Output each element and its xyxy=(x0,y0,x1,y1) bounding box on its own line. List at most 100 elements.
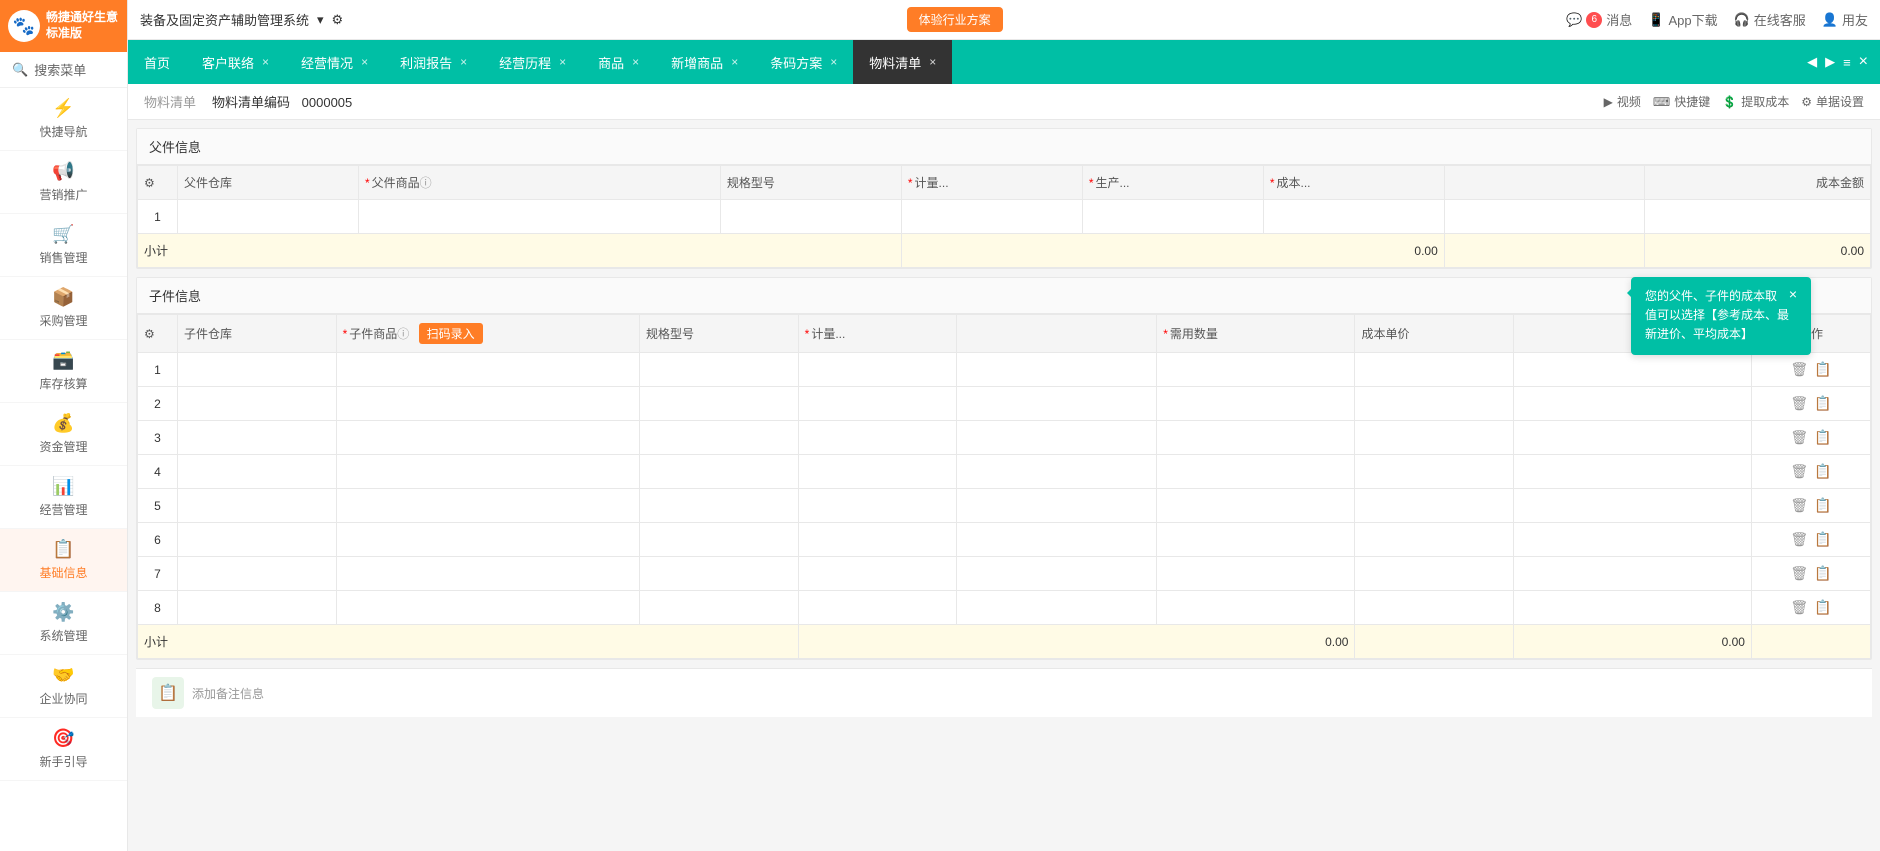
user-button[interactable]: 👤 用友 xyxy=(1822,10,1868,29)
sidebar-item-finance[interactable]: 💰 资金管理 xyxy=(0,403,127,466)
child-row-5-copy-icon[interactable]: 📋 xyxy=(1814,497,1831,514)
tab-prev-icon[interactable]: ◀ xyxy=(1803,54,1821,70)
child-row-2-warehouse[interactable] xyxy=(178,387,337,421)
sidebar-item-marketing[interactable]: 📢 营销推广 xyxy=(0,151,127,214)
child-subtotal-row: 小计 0.00 0.00 xyxy=(138,625,1871,659)
tab-operations-history-close[interactable]: × xyxy=(559,55,566,69)
sales-icon: 🛒 xyxy=(52,224,74,245)
child-row-8-delete-icon[interactable]: 🗑 xyxy=(1790,599,1808,616)
child-row-1-delete-icon[interactable]: 🗑 xyxy=(1790,361,1808,378)
child-row-7-delete-icon[interactable]: 🗑 xyxy=(1790,565,1808,582)
child-row-2-unit[interactable] xyxy=(798,387,957,421)
system-name: 装备及固定资产辅助管理系统 xyxy=(140,10,309,29)
child-section: 子件信息 ⚙ 子件仓库 *子件商品ⓘ 扫码录入 规格型号 *计量... xyxy=(136,277,1872,660)
parent-row-1-cost[interactable] xyxy=(1263,200,1444,234)
finance-icon: 💰 xyxy=(52,413,74,434)
app-download-button[interactable]: 📱 App下载 xyxy=(1648,10,1717,29)
parent-row-1-warehouse[interactable] xyxy=(178,200,359,234)
child-row-1-spec[interactable] xyxy=(640,353,799,387)
operations-icon: 📊 xyxy=(52,476,74,497)
tab-products-close[interactable]: × xyxy=(632,55,639,69)
scan-input-button[interactable]: 扫码录入 xyxy=(419,323,483,344)
shortcut-action[interactable]: ⌨ 快捷键 xyxy=(1653,93,1710,110)
parent-row-1-production[interactable] xyxy=(1082,200,1263,234)
tab-operations-status-close[interactable]: × xyxy=(361,55,368,69)
tab-home[interactable]: 首页 xyxy=(128,40,186,84)
child-row-1-unit-cost[interactable] xyxy=(1355,353,1514,387)
parent-row-1-unit[interactable] xyxy=(901,200,1082,234)
child-row-1-empty xyxy=(957,353,1157,387)
child-row-3-copy-icon[interactable]: 📋 xyxy=(1814,429,1831,446)
child-row-3-delete-icon[interactable]: 🗑 xyxy=(1790,429,1808,446)
child-col-settings[interactable]: ⚙ xyxy=(138,315,178,353)
tab-new-product[interactable]: 新增商品 × xyxy=(655,40,754,84)
child-row-6-delete-icon[interactable]: 🗑 xyxy=(1790,531,1808,548)
online-service-button[interactable]: 🎧 在线客服 xyxy=(1734,10,1806,29)
child-row-3: 3 🗑📋 xyxy=(138,421,1871,455)
tab-profit-report-close[interactable]: × xyxy=(460,55,467,69)
child-row-7-copy-icon[interactable]: 📋 xyxy=(1814,565,1831,582)
child-row-7: 7 🗑📋 xyxy=(138,557,1871,591)
child-row-2: 2 🗑📋 xyxy=(138,387,1871,421)
child-row-2-copy-icon[interactable]: 📋 xyxy=(1814,395,1831,412)
message-button[interactable]: 💬 6 消息 xyxy=(1566,10,1632,29)
child-row-6-copy-icon[interactable]: 📋 xyxy=(1814,531,1831,548)
tab-new-product-close[interactable]: × xyxy=(731,55,738,69)
child-row-4-delete-icon[interactable]: 🗑 xyxy=(1790,463,1808,480)
child-row-5-delete-icon[interactable]: 🗑 xyxy=(1790,497,1808,514)
sidebar-item-basic-info[interactable]: 📋 基础信息 xyxy=(0,529,127,592)
add-note-icon[interactable]: 📋 xyxy=(152,677,184,709)
sidebar-item-purchase[interactable]: 📦 采购管理 xyxy=(0,277,127,340)
tab-bom-close[interactable]: × xyxy=(929,55,936,69)
search-menu[interactable]: 🔍 搜索菜单 xyxy=(0,52,127,88)
tab-profit-report[interactable]: 利润报告 × xyxy=(384,40,483,84)
tab-barcode[interactable]: 条码方案 × xyxy=(754,40,853,84)
tab-next-icon[interactable]: ▶ xyxy=(1821,54,1839,70)
page-header: 物料清单 物料清单编码 0000005 ▶ 视频 ⌨ 快捷键 💲 提取成本 xyxy=(128,84,1880,120)
child-row-8-copy-icon[interactable]: 📋 xyxy=(1814,599,1831,616)
parent-row-1: 1 xyxy=(138,200,1871,234)
tab-customer[interactable]: 客户联络 × xyxy=(186,40,285,84)
child-row-2-unit-cost[interactable] xyxy=(1355,387,1514,421)
child-row-1-warehouse[interactable] xyxy=(178,353,337,387)
child-row-1-unit[interactable] xyxy=(798,353,957,387)
sidebar-item-system[interactable]: ⚙️ 系统管理 xyxy=(0,592,127,655)
child-row-2-delete-icon[interactable]: 🗑 xyxy=(1790,395,1808,412)
sidebar-item-guide[interactable]: 🎯 新手引导 xyxy=(0,718,127,781)
parent-row-1-spec[interactable] xyxy=(720,200,901,234)
child-row-2-product[interactable] xyxy=(336,387,639,421)
tab-menu-icon[interactable]: ≡ xyxy=(1839,55,1855,70)
child-col-unit-cost: 成本单价 xyxy=(1355,315,1514,353)
tab-operations-history[interactable]: 经营历程 × xyxy=(483,40,582,84)
video-action[interactable]: ▶ 视频 xyxy=(1604,93,1641,110)
tab-close-all-icon[interactable]: × xyxy=(1855,53,1872,71)
child-row-1-qty[interactable] xyxy=(1157,353,1355,387)
breadcrumb: 物料清单 xyxy=(144,92,196,111)
cost-action[interactable]: 💲 提取成本 xyxy=(1722,93,1789,110)
tooltip-close-button[interactable]: × xyxy=(1789,287,1797,301)
purchase-icon: 📦 xyxy=(52,287,74,308)
parent-col-settings[interactable]: ⚙ xyxy=(138,166,178,200)
shortcut-icon: ⌨ xyxy=(1653,95,1670,109)
logo-text: 畅捷通好生意 标准版 xyxy=(46,10,118,41)
parent-row-1-product[interactable] xyxy=(358,200,720,234)
sidebar-item-inventory[interactable]: 🗃️ 库存核算 xyxy=(0,340,127,403)
child-row-1-copy-icon[interactable]: 📋 xyxy=(1814,361,1831,378)
child-row-1-product[interactable] xyxy=(336,353,639,387)
trial-button[interactable]: 体验行业方案 xyxy=(907,7,1003,32)
tab-barcode-close[interactable]: × xyxy=(830,55,837,69)
child-row-2-spec[interactable] xyxy=(640,387,799,421)
sidebar-item-enterprise[interactable]: 🤝 企业协同 xyxy=(0,655,127,718)
tab-customer-close[interactable]: × xyxy=(262,55,269,69)
tab-operations-status[interactable]: 经营情况 × xyxy=(285,40,384,84)
sidebar-item-sales[interactable]: 🛒 销售管理 xyxy=(0,214,127,277)
tab-bom[interactable]: 物料清单 × xyxy=(853,40,952,84)
settings-icon[interactable]: ⚙ xyxy=(332,12,344,28)
sidebar-item-operations[interactable]: 📊 经营管理 xyxy=(0,466,127,529)
tab-products[interactable]: 商品 × xyxy=(582,40,655,84)
single-settings-action[interactable]: ⚙ 单据设置 xyxy=(1801,93,1864,110)
sidebar-item-quick-nav[interactable]: ⚡ 快捷导航 xyxy=(0,88,127,151)
child-row-4-copy-icon[interactable]: 📋 xyxy=(1814,463,1831,480)
topbar: 装备及固定资产辅助管理系统 ▾ ⚙ 体验行业方案 💬 6 消息 📱 App下载 … xyxy=(128,0,1880,40)
child-row-2-qty[interactable] xyxy=(1157,387,1355,421)
